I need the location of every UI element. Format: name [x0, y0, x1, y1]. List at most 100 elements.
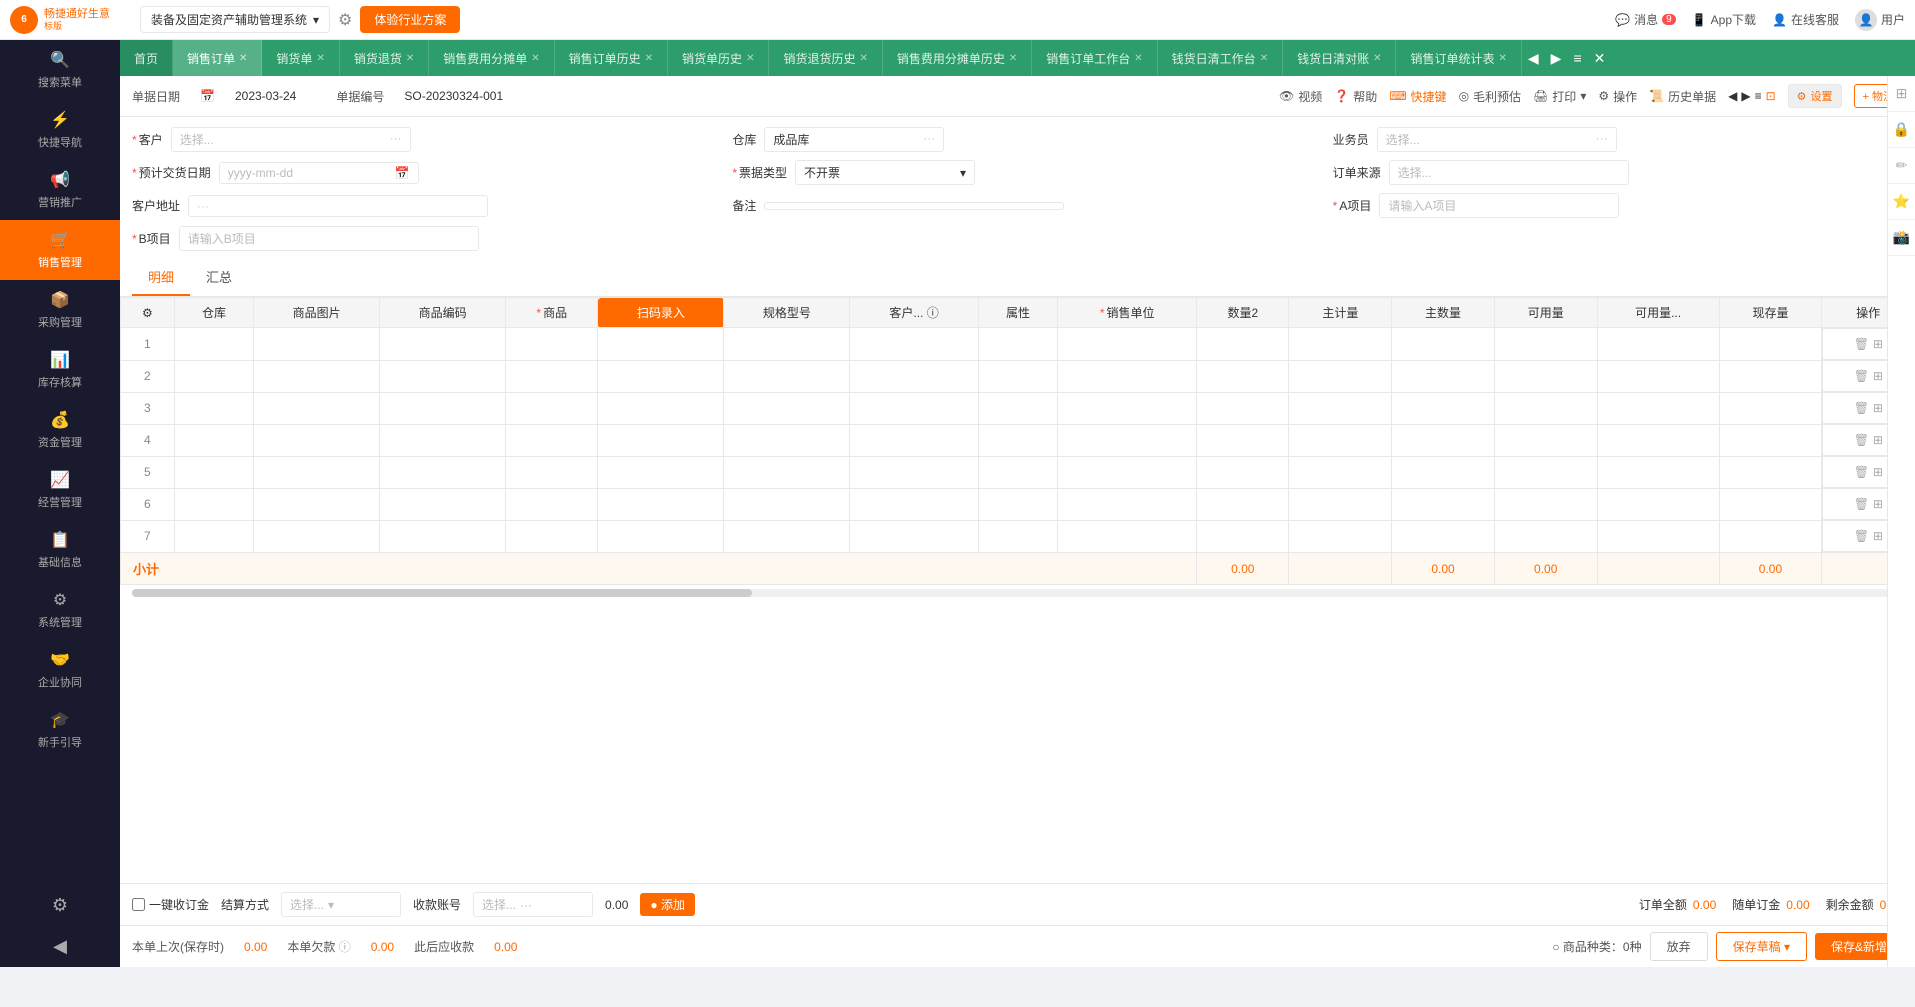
settings-button[interactable]: ⚙ 设置	[1788, 84, 1842, 108]
calendar-icon[interactable]: 📅	[200, 89, 215, 103]
salesperson-input[interactable]: 选择... ···	[1377, 127, 1617, 152]
tab-daily-reconcile[interactable]: 钱货日清对账 ✕	[1283, 40, 1396, 76]
delete-icon[interactable]: 🗑	[1854, 529, 1869, 543]
row-image[interactable]	[254, 328, 380, 361]
row-main-unit[interactable]	[1289, 360, 1392, 392]
row-code[interactable]	[380, 328, 506, 361]
row-scan[interactable]	[598, 328, 724, 361]
row-unit[interactable]	[1058, 328, 1197, 361]
horizontal-scrollbar[interactable]	[132, 589, 1903, 597]
warehouse-input[interactable]: 成品库 ···	[764, 127, 944, 152]
invoice-type-select[interactable]: 不开票 ▾	[795, 160, 975, 185]
tab-detail[interactable]: 明细	[132, 259, 190, 296]
row-attribute[interactable]	[978, 520, 1057, 553]
delete-icon[interactable]: 🗑	[1854, 497, 1869, 511]
row-code[interactable]	[380, 520, 506, 553]
delivery-date-input[interactable]: yyyy-mm-dd 📅	[219, 162, 419, 184]
row-code[interactable]	[380, 456, 506, 488]
row-product[interactable]	[506, 488, 598, 520]
row-customer-code[interactable]	[850, 392, 979, 424]
tab-order-stats[interactable]: 销售订单统计表 ✕	[1396, 40, 1521, 76]
row-unit[interactable]	[1058, 520, 1197, 553]
profit-btn[interactable]: ◎ 毛利预估	[1459, 88, 1522, 105]
row-code[interactable]	[380, 424, 506, 456]
row-unit[interactable]	[1058, 488, 1197, 520]
row-main-unit[interactable]	[1289, 456, 1392, 488]
shortcut-btn[interactable]: ⌨ 快捷键	[1389, 88, 1446, 105]
tab-close-icon[interactable]: ✕	[531, 53, 539, 64]
one-click-checkbox[interactable]	[132, 898, 145, 911]
sidebar-settings-btn[interactable]: ⚙	[0, 885, 120, 926]
row-code[interactable]	[380, 488, 506, 520]
row-image[interactable]	[254, 488, 380, 520]
row-qty2[interactable]	[1197, 456, 1289, 488]
copy-icon[interactable]: ⊞	[1873, 465, 1883, 479]
row-available2[interactable]	[1597, 424, 1719, 456]
row-attribute[interactable]	[978, 392, 1057, 424]
row-product[interactable]	[506, 456, 598, 488]
help-btn[interactable]: ❓ 帮助	[1334, 88, 1377, 105]
sidebar-item-inventory[interactable]: 📊 库存核算	[0, 340, 120, 400]
tab-close-icon[interactable]: ✕	[859, 53, 867, 64]
copy-icon[interactable]: ⊞	[1873, 369, 1883, 383]
tab-sales-order[interactable]: 销售订单 ✕	[173, 40, 262, 76]
row-available2[interactable]	[1597, 520, 1719, 553]
row-product[interactable]	[506, 392, 598, 424]
row-qty2[interactable]	[1197, 360, 1289, 392]
tab-invoice-history[interactable]: 销货单历史 ✕	[668, 40, 769, 76]
tab-return-history[interactable]: 销货退货历史 ✕	[769, 40, 882, 76]
row-image[interactable]	[254, 360, 380, 392]
tab-close-icon[interactable]: ✕	[1373, 53, 1381, 64]
col-scan[interactable]: 扫码录入	[598, 298, 724, 328]
row-main-qty[interactable]	[1392, 392, 1495, 424]
row-qty2[interactable]	[1197, 520, 1289, 553]
sidebar-item-search[interactable]: 🔍 搜索菜单	[0, 40, 120, 100]
row-current[interactable]	[1719, 424, 1822, 456]
settings-icon[interactable]: ⚙	[338, 10, 352, 30]
app-download-btn[interactable]: 📱 App下载	[1692, 11, 1756, 28]
right-panel-icon-4[interactable]: ⭐	[1888, 184, 1915, 220]
right-panel-icon-5[interactable]: 📸	[1888, 220, 1915, 256]
row-main-unit[interactable]	[1289, 424, 1392, 456]
row-available2[interactable]	[1597, 360, 1719, 392]
remarks-input[interactable]	[764, 202, 1064, 210]
right-panel-icon-3[interactable]: ✏	[1888, 148, 1915, 184]
delete-icon[interactable]: 🗑	[1854, 465, 1869, 479]
row-customer-code[interactable]	[850, 520, 979, 553]
row-current[interactable]	[1719, 456, 1822, 488]
row-available[interactable]	[1494, 520, 1597, 553]
tab-close-icon[interactable]: ✕	[746, 53, 754, 64]
row-warehouse[interactable]	[174, 488, 253, 520]
row-main-qty[interactable]	[1392, 360, 1495, 392]
row-code[interactable]	[380, 360, 506, 392]
sidebar-item-basic[interactable]: 📋 基础信息	[0, 520, 120, 580]
industry-btn[interactable]: 体验行业方案	[360, 6, 460, 33]
row-available2[interactable]	[1597, 328, 1719, 361]
tab-close-all-btn[interactable]: ✕	[1588, 50, 1612, 67]
row-customer-code[interactable]	[850, 360, 979, 392]
data-table-wrapper[interactable]: ⚙ 仓库 商品图片 商品编码 商品 扫码录入 规格型号 客户... ⓘ 属性 销…	[120, 297, 1915, 883]
row-warehouse[interactable]	[174, 360, 253, 392]
row-available[interactable]	[1494, 360, 1597, 392]
row-main-qty[interactable]	[1392, 456, 1495, 488]
row-warehouse[interactable]	[174, 424, 253, 456]
row-customer-code[interactable]	[850, 328, 979, 361]
sidebar-item-collab[interactable]: 🤝 企业协同	[0, 640, 120, 700]
row-scan[interactable]	[598, 488, 724, 520]
sidebar-item-operations[interactable]: 📈 经营管理	[0, 460, 120, 520]
delete-icon[interactable]: 🗑	[1854, 337, 1869, 351]
payment-method-select[interactable]: 选择... ▾	[281, 892, 401, 917]
tab-home[interactable]: 首页	[120, 40, 173, 76]
order-source-input[interactable]: 选择...	[1389, 160, 1629, 185]
row-spec[interactable]	[724, 328, 850, 361]
close-icon[interactable]: ⊡	[1766, 89, 1776, 103]
address-input[interactable]: ···	[188, 195, 488, 217]
row-customer-code[interactable]	[850, 456, 979, 488]
row-spec[interactable]	[724, 456, 850, 488]
receipt-no-select[interactable]: 选择... ···	[473, 892, 593, 917]
row-main-qty[interactable]	[1392, 520, 1495, 553]
row-available[interactable]	[1494, 456, 1597, 488]
row-current[interactable]	[1719, 328, 1822, 361]
row-spec[interactable]	[724, 488, 850, 520]
row-spec[interactable]	[724, 392, 850, 424]
